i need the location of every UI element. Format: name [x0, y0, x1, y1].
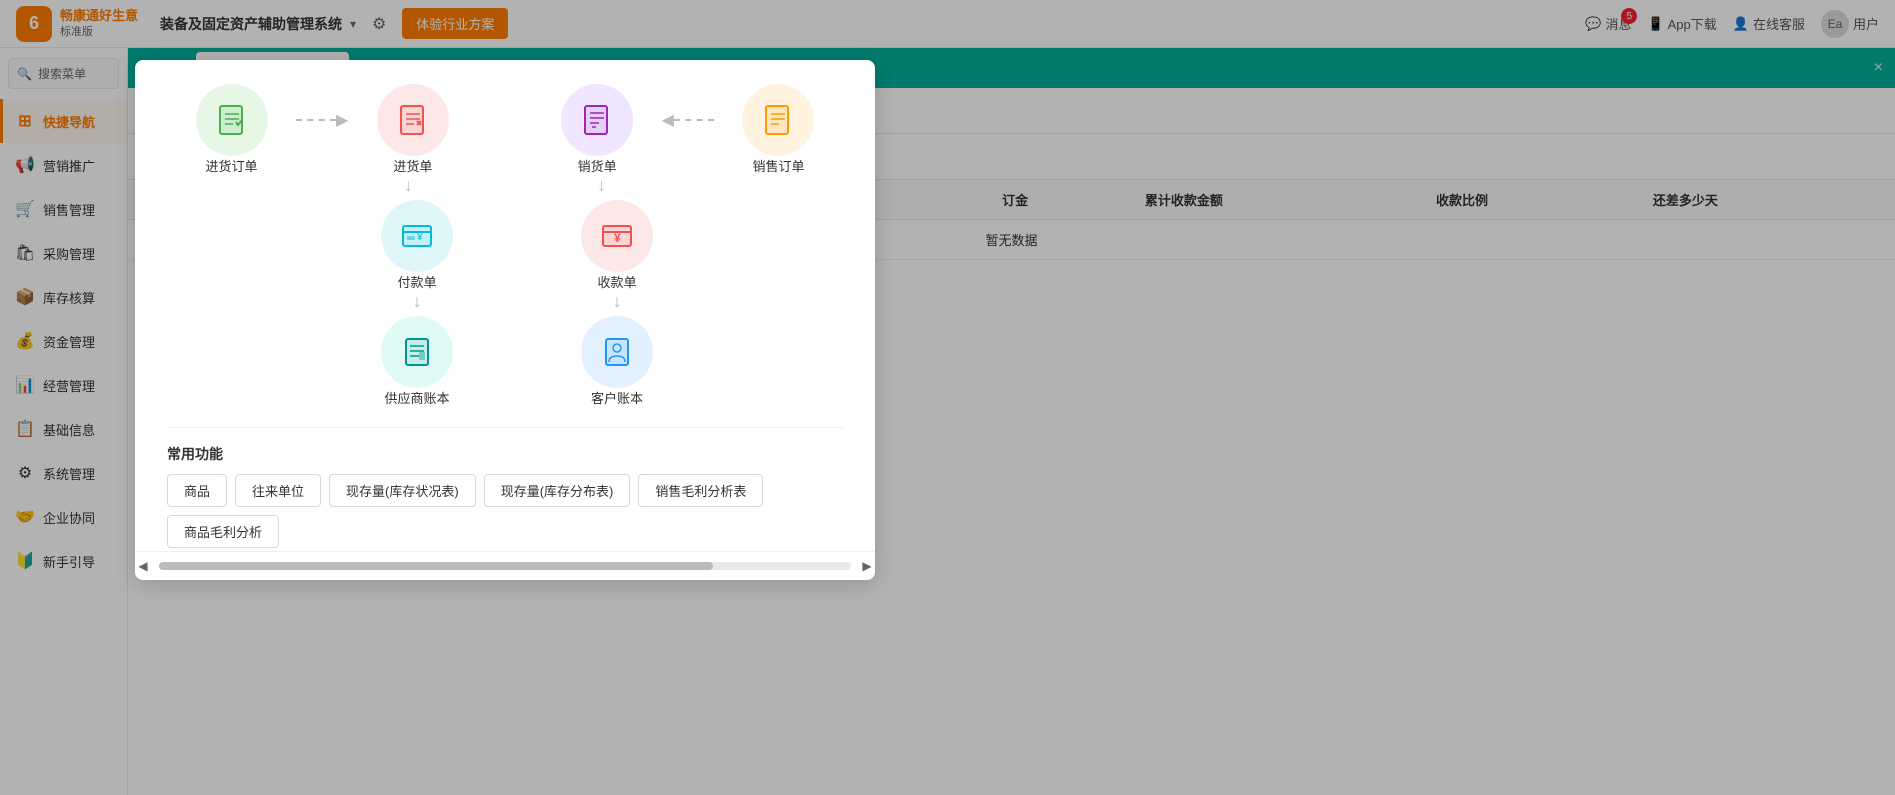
customer-label: 客户账本 — [591, 388, 643, 407]
purchase-slip-icon — [377, 84, 449, 156]
sales-slip-label: 销货单 — [578, 156, 617, 175]
modal-dialog: 进货订单 ▶ 进货单 — [135, 60, 875, 580]
svg-text:¥: ¥ — [614, 231, 621, 245]
flow-node-sales-slip[interactable]: 销货单 — [533, 84, 662, 175]
down-arrow-purchase: ↓ — [341, 175, 476, 196]
payment-icon: ¥ — [381, 200, 453, 272]
supplier-label: 供应商账本 — [384, 388, 449, 407]
flow-middle-row: ¥ 付款单 ¥ 收款单 — [167, 200, 843, 291]
flow-node-customer[interactable]: 客户账本 — [547, 316, 687, 407]
flow-node-purchase-slip[interactable]: 进货单 — [348, 84, 477, 175]
common-title: 常用功能 — [167, 444, 843, 464]
purchase-order-label: 进货订单 — [206, 156, 258, 175]
scroll-track — [159, 562, 851, 570]
flow-node-receipt[interactable]: ¥ 收款单 — [547, 200, 687, 291]
supplier-icon — [381, 316, 453, 388]
scroll-thumb — [159, 562, 713, 570]
flow-node-sales-order[interactable]: 销售订单 — [714, 84, 843, 175]
flow-node-payment[interactable]: ¥ 付款单 — [347, 200, 487, 291]
func-btn-stock-dist[interactable]: 现存量(库存分布表) — [484, 474, 631, 507]
arrow-1: ▶ — [296, 110, 348, 150]
func-btn-product[interactable]: 商品 — [167, 474, 227, 507]
arrow-2: ◀ — [662, 110, 714, 150]
flow-node-supplier[interactable]: 供应商账本 — [347, 316, 487, 407]
func-btn-sales-profit[interactable]: 销售毛利分析表 — [638, 474, 763, 507]
sales-slip-icon — [561, 84, 633, 156]
func-btn-partner[interactable]: 往来单位 — [235, 474, 321, 507]
flow-down-arrows: ↓ ↓ — [167, 175, 843, 196]
scroll-right-button[interactable]: ▶ — [859, 558, 875, 574]
customer-icon — [581, 316, 653, 388]
modal-body: 进货订单 ▶ 进货单 — [135, 60, 875, 551]
down-arrow-receipt: ↓ — [547, 291, 687, 312]
flow-node-purchase-order[interactable]: 进货订单 — [167, 84, 296, 175]
function-buttons-row1: 商品 往来单位 现存量(库存状况表) 现存量(库存分布表) 销售毛利分析表 商品… — [167, 474, 843, 548]
flow-top-row: 进货订单 ▶ 进货单 — [167, 84, 843, 175]
flow-bottom-row: 供应商账本 客户账本 — [167, 316, 843, 407]
receipt-icon: ¥ — [581, 200, 653, 272]
sales-order-label: 销售订单 — [752, 156, 804, 175]
func-btn-stock-status[interactable]: 现存量(库存状况表) — [329, 474, 476, 507]
scroll-left-button[interactable]: ◀ — [135, 558, 151, 574]
receipt-label: 收款单 — [597, 272, 636, 291]
payment-label: 付款单 — [397, 272, 436, 291]
sales-order-icon — [742, 84, 814, 156]
flow-down-arrows-2: ↓ ↓ — [167, 291, 843, 312]
down-arrow-sales: ↓ — [534, 175, 669, 196]
svg-text:¥: ¥ — [416, 232, 423, 243]
modal-scroll-area: ◀ ▶ — [135, 551, 875, 580]
func-btn-product-profit[interactable]: 商品毛利分析 — [167, 515, 279, 548]
down-arrow-payment: ↓ — [347, 291, 487, 312]
common-functions: 常用功能 商品 往来单位 现存量(库存状况表) 现存量(库存分布表) 销售毛利分… — [167, 427, 843, 551]
purchase-order-icon — [196, 84, 268, 156]
purchase-slip-label: 进货单 — [393, 156, 432, 175]
modal-overlay[interactable]: 进货订单 ▶ 进货单 — [0, 0, 1895, 795]
